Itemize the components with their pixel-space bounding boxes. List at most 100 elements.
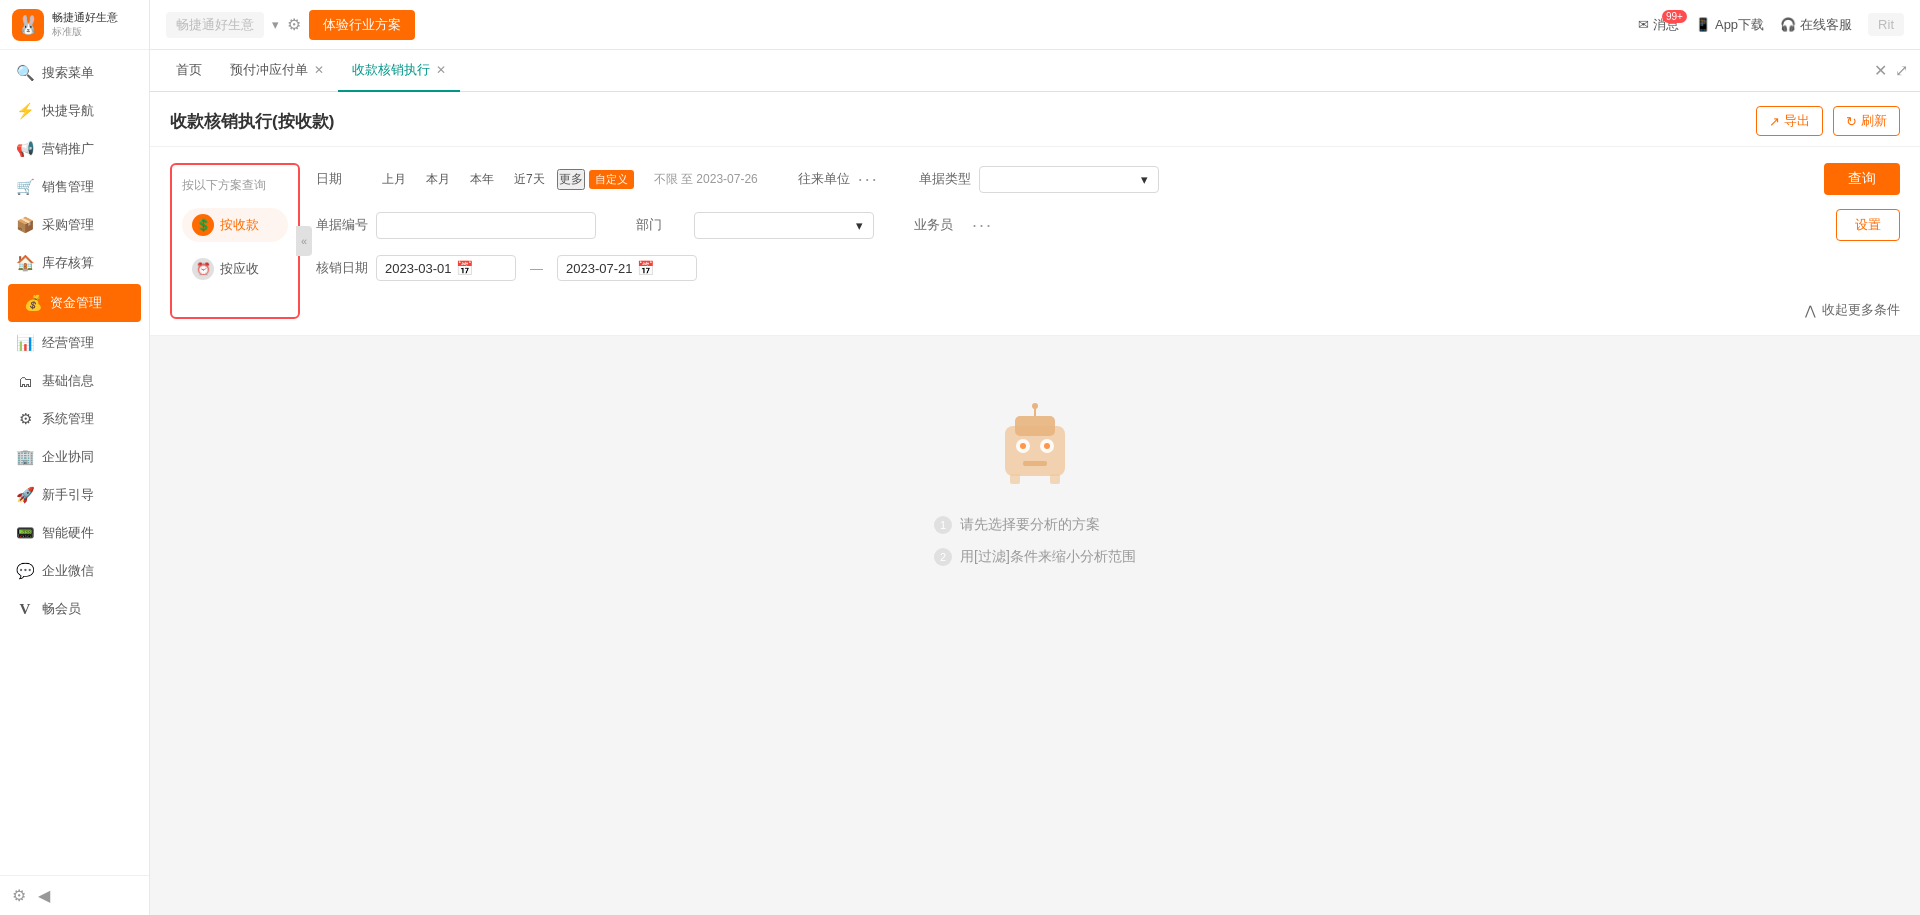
filter-row-2: 单据编号 部门 ▾ 业务员 ··· — [316, 209, 1900, 241]
filter-panel-collapse-icon[interactable]: « — [296, 226, 312, 256]
sidebar-item-basic[interactable]: 🗂 基础信息 — [0, 362, 149, 400]
bill-type-select[interactable]: ▾ — [979, 166, 1159, 193]
sidebar-label-purchase: 采购管理 — [42, 216, 94, 234]
sidebar-label-sales: 销售管理 — [42, 178, 94, 196]
svg-rect-7 — [1010, 474, 1020, 484]
tab-collection[interactable]: 收款核销执行 ✕ — [338, 50, 460, 92]
collapse-up-icon: ⋀ — [1805, 303, 1816, 318]
export-icon: ↗ — [1769, 114, 1780, 129]
filter-receivable-icon: ⏰ — [192, 258, 214, 280]
dept-label: 部门 — [636, 216, 686, 234]
filter-row-1: 日期 上月 本月 本年 近7天 更多 自定义 不限 至 2023-07-26 — [316, 163, 1900, 195]
date-btn-this-year[interactable]: 本年 — [462, 169, 502, 190]
operations-icon: 📊 — [16, 334, 34, 352]
tab-home[interactable]: 首页 — [162, 50, 216, 92]
sidebar-item-purchase[interactable]: 📦 采购管理 — [0, 206, 149, 244]
sidebar-nav: 🔍 搜索菜单 ⚡ 快捷导航 📢 营销推广 🛒 销售管理 📦 采购管理 🏠 库存核… — [0, 50, 149, 875]
sidebar-item-collab[interactable]: 🏢 企业协同 — [0, 438, 149, 476]
topbar: 畅捷通好生意 ▾ ⚙ 体验行业方案 ✉ 消息 99+ 📱 App下载 🎧 在线客… — [150, 0, 1920, 50]
date-btn-more[interactable]: 更多 — [557, 169, 585, 190]
topbar-right: ✉ 消息 99+ 📱 App下载 🎧 在线客服 Rit — [1638, 13, 1904, 36]
sidebar-item-finance[interactable]: 💰 资金管理 — [8, 284, 141, 322]
export-button[interactable]: ↗ 导出 — [1756, 106, 1823, 136]
sidebar-item-inventory[interactable]: 🏠 库存核算 — [0, 244, 149, 282]
bill-type-label: 单据类型 — [919, 170, 971, 188]
message-icon: ✉ — [1638, 17, 1649, 32]
date-shortcuts: 上月 本月 本年 近7天 更多 自定义 — [374, 169, 634, 190]
sidebar-item-hardware[interactable]: 📟 智能硬件 — [0, 514, 149, 552]
query-button[interactable]: 查询 — [1824, 163, 1900, 195]
tabbar-close-icon[interactable]: ✕ — [1874, 61, 1887, 80]
user-name[interactable]: Rit — [1868, 13, 1904, 36]
page-header-actions: ↗ 导出 ↻ 刷新 — [1756, 106, 1900, 136]
dept-chevron-icon: ▾ — [856, 218, 863, 233]
staff-select-dots[interactable]: ··· — [972, 215, 993, 236]
collapse-conditions-button[interactable]: ⋀ 收起更多条件 — [1805, 301, 1900, 319]
filter-option-by-collection[interactable]: 💲 按收款 — [182, 208, 288, 242]
sidebar-item-guide[interactable]: 🚀 新手引导 — [0, 476, 149, 514]
finance-icon: 💰 — [24, 294, 42, 312]
refresh-icon: ↻ — [1846, 114, 1857, 129]
empty-state: 1 请先选择要分析的方案 2 用[过滤]条件来缩小分析范围 — [150, 336, 1920, 632]
bill-no-input[interactable] — [376, 212, 596, 239]
tab-prepay-close-icon[interactable]: ✕ — [314, 63, 324, 77]
sidebar-label-marketing: 营销推广 — [42, 140, 94, 158]
message-button[interactable]: ✉ 消息 99+ — [1638, 16, 1679, 34]
filter-collection-icon: 💲 — [192, 214, 214, 236]
partner-select-dots[interactable]: ··· — [858, 169, 879, 190]
filter-field-dept: 部门 ▾ — [636, 212, 874, 239]
basic-icon: 🗂 — [16, 373, 34, 390]
wechat-icon: 💬 — [16, 562, 34, 580]
verify-date-end-input[interactable]: 2023-07-21 📅 — [557, 255, 697, 281]
sidebar-item-sales[interactable]: 🛒 销售管理 — [0, 168, 149, 206]
topbar-left: 畅捷通好生意 ▾ ⚙ 体验行业方案 — [166, 10, 1626, 40]
filter-field-bill-type: 单据类型 ▾ — [919, 166, 1159, 193]
date-custom-badge[interactable]: 自定义 — [589, 170, 634, 189]
setting-button[interactable]: 设置 — [1836, 209, 1900, 241]
sidebar-label-vip: 畅会员 — [42, 600, 81, 618]
filter-panel: 按以下方案查询 💲 按收款 ⏰ 按应收 « — [170, 163, 300, 319]
refresh-button[interactable]: ↻ 刷新 — [1833, 106, 1900, 136]
partner-label: 往来单位 — [798, 170, 850, 188]
topbar-gear-icon[interactable]: ⚙ — [287, 15, 301, 34]
dept-select[interactable]: ▾ — [694, 212, 874, 239]
sidebar-item-vip[interactable]: V 畅会员 — [0, 590, 149, 628]
filter-option-by-receivable[interactable]: ⏰ 按应收 — [182, 252, 288, 286]
app-logo-icon: 🐰 — [12, 9, 44, 41]
sidebar-item-wechat[interactable]: 💬 企业微信 — [0, 552, 149, 590]
tab-prepay[interactable]: 预付冲应付单 ✕ — [216, 50, 338, 92]
sidebar-item-search[interactable]: 🔍 搜索菜单 — [0, 54, 149, 92]
footer-collapse-icon[interactable]: ◀ — [38, 886, 50, 905]
solution-button[interactable]: 体验行业方案 — [309, 10, 415, 40]
online-service-button[interactable]: 🎧 在线客服 — [1780, 16, 1852, 34]
svg-rect-8 — [1050, 474, 1060, 484]
footer-settings-icon[interactable]: ⚙ — [12, 886, 26, 905]
message-badge: 99+ — [1662, 10, 1687, 23]
sidebar-item-quicknav[interactable]: ⚡ 快捷导航 — [0, 92, 149, 130]
sidebar-label-finance: 资金管理 — [50, 294, 102, 312]
sidebar-label-collab: 企业协同 — [42, 448, 94, 466]
system-icon: ⚙ — [16, 410, 34, 428]
sidebar-item-operations[interactable]: 📊 经营管理 — [0, 324, 149, 362]
bill-type-chevron-icon: ▾ — [1141, 172, 1148, 187]
empty-hint-2: 2 用[过滤]条件来缩小分析范围 — [934, 548, 1136, 566]
topbar-dropdown-icon[interactable]: ▾ — [272, 17, 279, 32]
date-btn-last-month[interactable]: 上月 — [374, 169, 414, 190]
date-btn-7days[interactable]: 近7天 — [506, 169, 553, 190]
verify-date-start-input[interactable]: 2023-03-01 📅 — [376, 255, 516, 281]
date-range-separator: — — [524, 261, 549, 276]
app-download-button[interactable]: 📱 App下载 — [1695, 16, 1764, 34]
filter-collection-label: 按收款 — [220, 216, 259, 234]
filter-area: 按以下方案查询 💲 按收款 ⏰ 按应收 « 日期 — [150, 147, 1920, 336]
sidebar-item-system[interactable]: ⚙ 系统管理 — [0, 400, 149, 438]
sidebar-label-basic: 基础信息 — [42, 372, 94, 390]
tabbar-expand-icon[interactable]: ⤢ — [1895, 61, 1908, 80]
sidebar-item-marketing[interactable]: 📢 营销推广 — [0, 130, 149, 168]
tab-collection-close-icon[interactable]: ✕ — [436, 63, 446, 77]
svg-rect-6 — [1023, 461, 1047, 466]
filter-field-verify-date: 核销日期 2023-03-01 📅 — 2023-07-21 📅 — [316, 255, 697, 281]
svg-point-10 — [1032, 403, 1038, 409]
tabbar: 首页 预付冲应付单 ✕ 收款核销执行 ✕ ✕ ⤢ — [150, 50, 1920, 92]
verify-date-end-text: 2023-07-21 — [566, 261, 633, 276]
date-btn-this-month[interactable]: 本月 — [418, 169, 458, 190]
